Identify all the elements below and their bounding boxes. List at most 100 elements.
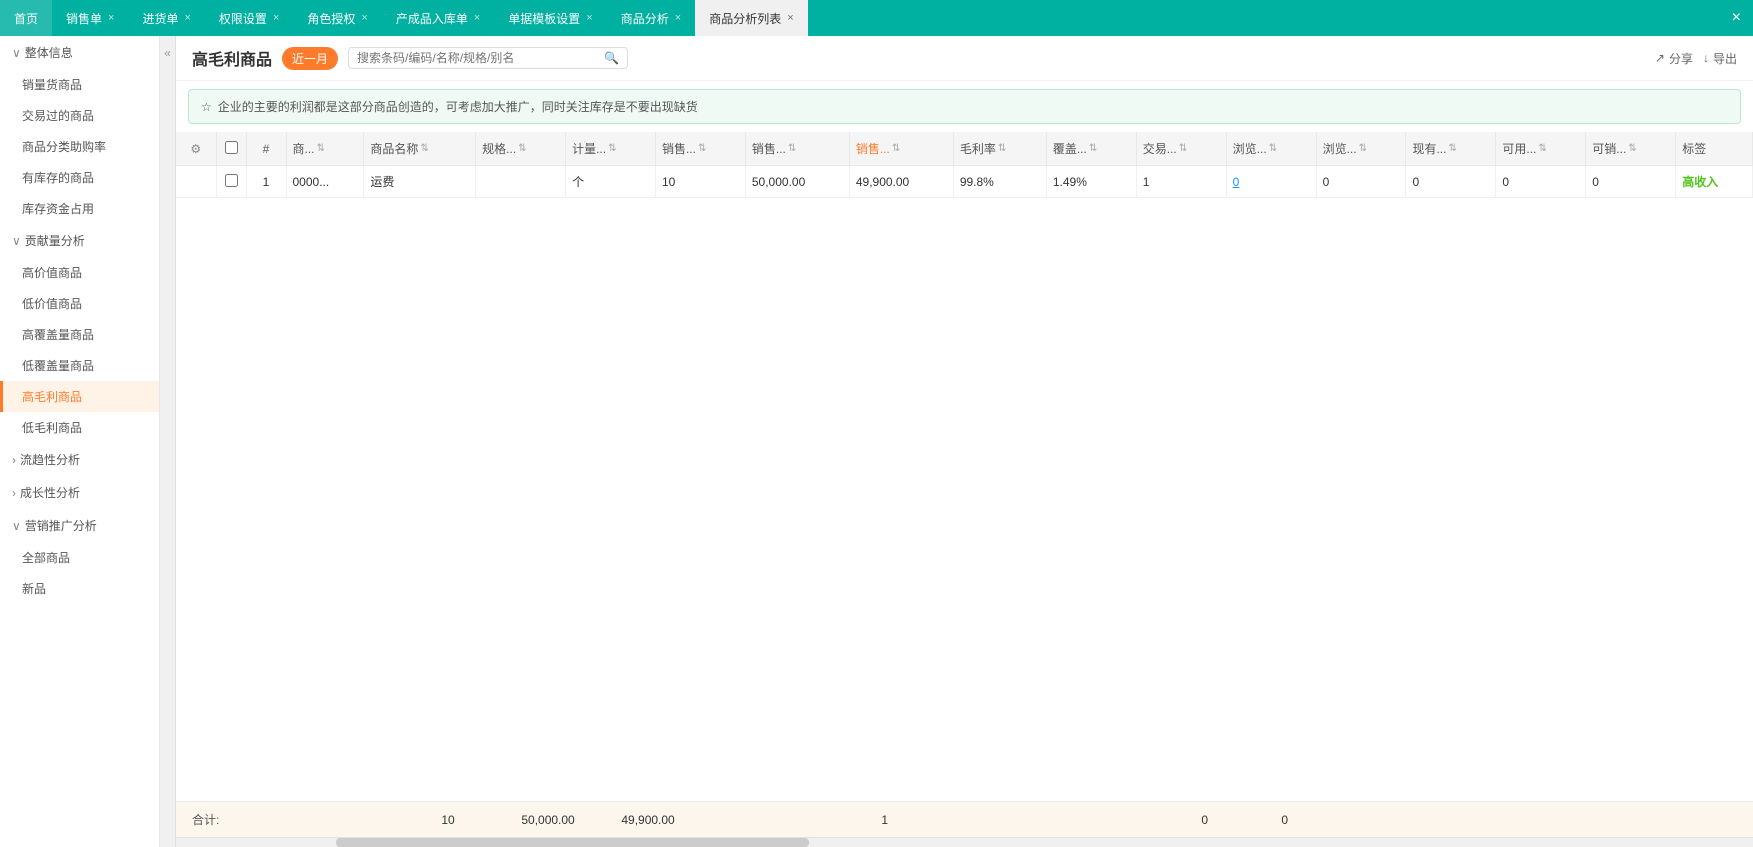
nav-purchase[interactable]: 进货单 × (128, 0, 204, 36)
sidebar-group-trend[interactable]: › 流趋性分析 (0, 443, 159, 476)
scrollbar-thumb[interactable] (336, 838, 809, 847)
sidebar-item-category-rate[interactable]: 商品分类助购率 (0, 131, 159, 162)
col-unit: 计量... ⇅ (566, 132, 656, 166)
filter-recent-month-button[interactable]: 近一月 (282, 47, 338, 70)
cell-sales-cost: 49,900.00 (849, 166, 953, 198)
cell-name: 运费 (364, 166, 476, 198)
cell-tag: 高收入 (1676, 166, 1753, 198)
sidebar-item-new-goods[interactable]: 新品 (0, 573, 159, 604)
sidebar-group-overall[interactable]: ∨ 整体信息 (0, 36, 159, 69)
footer-sales-amount: 50,000.00 (515, 813, 615, 827)
sort-icon-trade[interactable]: ⇅ (1179, 143, 1187, 154)
sidebar-item-low-margin[interactable]: 低毛利商品 (0, 412, 159, 443)
nav-sales[interactable]: 销售单 × (52, 0, 128, 36)
cell-code: 0000... (286, 166, 364, 198)
table-wrapper: ⚙ # 商... ⇅ (176, 132, 1753, 801)
sidebar-item-low-coverage[interactable]: 低覆盖量商品 (0, 350, 159, 381)
sidebar-item-high-value[interactable]: 高价值商品 (0, 257, 159, 288)
nav-permission-close[interactable]: × (273, 12, 279, 24)
gear-icon[interactable]: ⚙ (190, 142, 201, 156)
col-check (216, 132, 246, 166)
col-sales-amount: 销售... ⇅ (745, 132, 849, 166)
sidebar-item-high-coverage[interactable]: 高覆盖量商品 (0, 319, 159, 350)
content-header: 高毛利商品 近一月 🔍 ↗ 分享 ↓ 导出 (176, 36, 1753, 81)
sort-icon-unit[interactable]: ⇅ (608, 143, 616, 154)
sidebar-item-high-margin[interactable]: 高毛利商品 (0, 381, 159, 412)
sidebar-group-marketing[interactable]: ∨ 营销推广分析 (0, 509, 159, 542)
sidebar-group-growth[interactable]: › 成长性分析 (0, 476, 159, 509)
info-bar: ☆ 企业的主要的利润都是这部分商品创造的，可考虑加大推广，同时关注库存是不要出现… (188, 89, 1741, 124)
sort-icon-gross-rate[interactable]: ⇅ (998, 143, 1006, 154)
footer-sales-qty: 10 (435, 813, 515, 827)
nav-permission[interactable]: 权限设置 × (205, 0, 293, 36)
nav-home[interactable]: 首页 (0, 0, 52, 36)
sort-icon-current-stock[interactable]: ⇅ (1448, 143, 1456, 154)
sort-icon-browse2[interactable]: ⇅ (1359, 143, 1367, 154)
cell-browse1[interactable]: 0 (1226, 166, 1316, 198)
nav-template-close[interactable]: × (586, 12, 592, 24)
nav-role[interactable]: 角色授权 × (293, 0, 381, 36)
nav-role-close[interactable]: × (361, 12, 367, 24)
table-footer: 合计: 10 50,000.00 49,900.00 1 0 0 (176, 801, 1753, 837)
nav-purchase-close[interactable]: × (184, 12, 190, 24)
footer-trade: 1 (875, 813, 955, 827)
sort-icon-sales-cost[interactable]: ⇅ (892, 143, 900, 154)
sort-icon-saleable[interactable]: ⇅ (1628, 143, 1636, 154)
footer-label: 合计: (192, 811, 219, 828)
footer-available: 0 (1195, 813, 1275, 827)
export-icon: ↓ (1703, 51, 1709, 65)
cell-browse2: 0 (1316, 166, 1406, 198)
col-sales-qty: 销售... ⇅ (655, 132, 745, 166)
cell-sales-amount: 50,000.00 (745, 166, 849, 198)
nav-goods-analysis[interactable]: 商品分析 × (607, 0, 695, 36)
nav-warehouse[interactable]: 产成品入库单 × (382, 0, 494, 36)
sort-icon-code[interactable]: ⇅ (317, 143, 325, 154)
chevron-right-icon-2: › (12, 486, 16, 500)
sidebar-item-capital[interactable]: 库存资金占用 (0, 193, 159, 224)
sort-icon-spec[interactable]: ⇅ (518, 143, 526, 154)
nav-warehouse-close[interactable]: × (474, 12, 480, 24)
sidebar-collapse-button[interactable]: « (160, 36, 176, 847)
sort-icon-available[interactable]: ⇅ (1538, 143, 1546, 154)
col-sales-cost: 销售... ⇅ (849, 132, 953, 166)
sidebar-item-sales-goods[interactable]: 销量货商品 (0, 69, 159, 100)
nav-sales-close[interactable]: × (108, 12, 114, 24)
top-navigation: 首页 销售单 × 进货单 × 权限设置 × 角色授权 × 产成品入库单 × 单据… (0, 0, 1753, 36)
cell-sales-qty: 10 (655, 166, 745, 198)
sort-icon-coverage[interactable]: ⇅ (1089, 143, 1097, 154)
footer-cells: 10 50,000.00 49,900.00 1 0 0 (235, 813, 1737, 827)
sidebar-item-traded-goods[interactable]: 交易过的商品 (0, 100, 159, 131)
sort-icon-sales-amount[interactable]: ⇅ (788, 143, 796, 154)
search-icon[interactable]: 🔍 (604, 51, 619, 65)
col-num: # (246, 132, 286, 166)
sort-icon-browse1[interactable]: ⇅ (1269, 143, 1277, 154)
nav-template[interactable]: 单据模板设置 × (494, 0, 606, 36)
sidebar-group-contribution[interactable]: ∨ 贡献量分析 (0, 224, 159, 257)
select-all-checkbox[interactable] (225, 141, 238, 154)
col-saleable: 可销... ⇅ (1586, 132, 1676, 166)
page-title: 高毛利商品 (192, 46, 272, 70)
export-button[interactable]: ↓ 导出 (1703, 50, 1737, 67)
footer-sales-cost: 49,900.00 (615, 813, 715, 827)
col-gross-rate: 毛利率 ⇅ (953, 132, 1046, 166)
close-all-button[interactable]: × (1732, 9, 1741, 27)
search-input[interactable] (357, 51, 604, 65)
cell-check (216, 166, 246, 198)
share-button[interactable]: ↗ 分享 (1655, 50, 1693, 67)
sidebar: ∨ 整体信息 销量货商品 交易过的商品 商品分类助购率 有库存的商品 库存资金占… (0, 36, 160, 847)
col-current-stock: 现有... ⇅ (1406, 132, 1496, 166)
nav-goods-analysis-list[interactable]: 商品分析列表 × (695, 0, 807, 36)
table-row: 1 0000... 运费 个 10 50,000.00 49,900.00 99… (176, 166, 1753, 198)
cell-unit: 个 (566, 166, 656, 198)
sort-icon-name[interactable]: ⇅ (420, 143, 428, 154)
sort-icon-sales-qty[interactable]: ⇅ (698, 143, 706, 154)
sidebar-item-low-value[interactable]: 低价值商品 (0, 288, 159, 319)
nav-goods-analysis-close[interactable]: × (675, 12, 681, 24)
col-settings: ⚙ (176, 132, 216, 166)
nav-goods-analysis-list-close[interactable]: × (787, 12, 793, 24)
share-icon: ↗ (1655, 51, 1665, 65)
horizontal-scrollbar[interactable] (176, 837, 1753, 847)
row-checkbox[interactable] (225, 174, 238, 187)
sidebar-item-all-goods[interactable]: 全部商品 (0, 542, 159, 573)
sidebar-item-in-stock[interactable]: 有库存的商品 (0, 162, 159, 193)
